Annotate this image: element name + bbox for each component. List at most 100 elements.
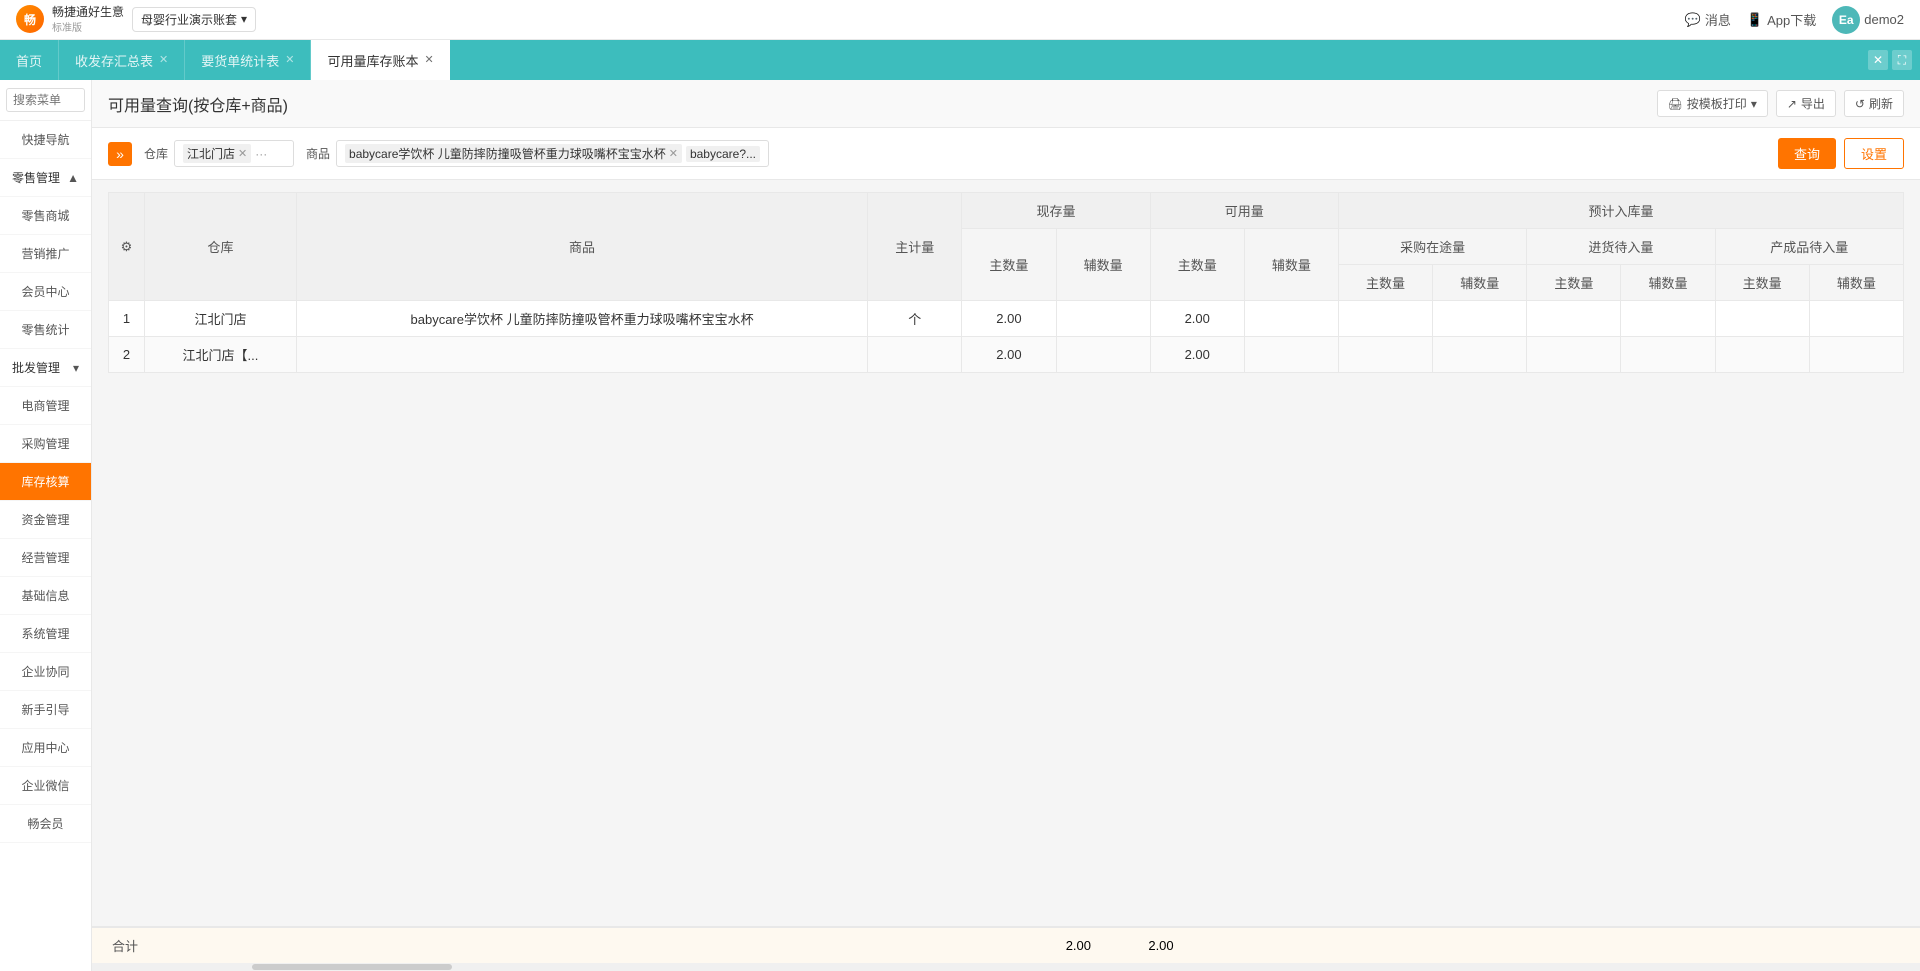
export-btn[interactable]: ↗ 导出 <box>1776 90 1836 117</box>
col-incoming-header: 进货待入量 <box>1527 229 1715 265</box>
sidebar-item-member-center[interactable]: 会员中心 <box>0 273 91 311</box>
col-current-aux-header: 辅数量 <box>1056 229 1150 301</box>
content-area: 可用量查询(按仓库+商品) 🖨 按模板打印 ▾ ↗ 导出 ↺ 刷新 » <box>92 80 1920 971</box>
sidebar-item-app-center[interactable]: 应用中心 <box>0 729 91 767</box>
tab-available-ledger[interactable]: 可用量库存账本 ✕ <box>311 40 449 80</box>
table-row: 2 江北门店【... 2.00 2.00 <box>109 337 1904 373</box>
col-available-aux-header: 辅数量 <box>1244 229 1338 301</box>
sidebar-item-member[interactable]: 畅会员 <box>0 805 91 843</box>
col-current-main-header: 主数量 <box>962 229 1056 301</box>
nav-spacer <box>450 40 1860 80</box>
close-window-btn[interactable]: ✕ <box>1868 50 1888 70</box>
account-label: 母婴行业演示账套 <box>141 11 237 28</box>
sidebar-item-operations[interactable]: 经营管理 <box>0 539 91 577</box>
chevron-down-icon: ▾ <box>1751 97 1757 111</box>
table-header-row-1: ⚙ 仓库 商品 主计量 现存量 可用量 预计入库量 <box>109 193 1904 229</box>
warehouse-tag-close[interactable]: ✕ <box>238 147 247 160</box>
col-finished-header: 产成品待入量 <box>1715 229 1903 265</box>
scrollbar-thumb[interactable] <box>252 964 452 970</box>
warehouse-label: 仓库 <box>144 145 168 162</box>
col-current-header: 现存量 <box>962 193 1150 229</box>
product-label: 商品 <box>306 145 330 162</box>
page-title: 可用量查询(按仓库+商品) <box>108 92 288 116</box>
tab-order-stats[interactable]: 要货单统计表 ✕ <box>185 40 311 80</box>
window-buttons: ✕ ⛶ <box>1860 40 1920 80</box>
bottom-scrollbar[interactable] <box>92 963 1920 971</box>
message-icon: 💬 <box>1685 12 1701 28</box>
maximize-btn[interactable]: ⛶ <box>1892 50 1912 70</box>
query-button[interactable]: 查询 <box>1778 138 1836 169</box>
nav-tabs: 首页 收发存汇总表 ✕ 要货单统计表 ✕ 可用量库存账本 ✕ ✕ ⛶ <box>0 40 1920 80</box>
product-tag-input[interactable]: babycare学饮杯 儿童防摔防撞吸管杯重力球吸嘴杯宝宝水杯 ✕ babyca… <box>336 140 769 167</box>
export-label: 导出 <box>1801 95 1825 112</box>
sidebar-item-ecommerce[interactable]: 电商管理 <box>0 387 91 425</box>
sidebar-item-retail-stats[interactable]: 零售统计 <box>0 311 91 349</box>
product-tag-2: babycare?... <box>686 146 760 162</box>
sidebar-item-marketing[interactable]: 营销推广 <box>0 235 91 273</box>
tab-receive-summary[interactable]: 收发存汇总表 ✕ <box>59 40 185 80</box>
sidebar-item-purchase[interactable]: 采购管理 <box>0 425 91 463</box>
col-product-header: 商品 <box>296 193 867 301</box>
avatar: Ea <box>1832 6 1860 34</box>
sidebar-item-retail-mall[interactable]: 零售商城 <box>0 197 91 235</box>
warehouse-tag-input[interactable]: 江北门店 ✕ ··· <box>174 140 294 167</box>
close-icon[interactable]: ✕ <box>159 55 168 66</box>
product-tag-1-text: babycare学饮杯 儿童防摔防撞吸管杯重力球吸嘴杯宝宝水杯 <box>349 145 666 162</box>
row-1-current-main: 2.00 <box>962 301 1056 337</box>
app-download-btn[interactable]: 📱 App下载 <box>1747 10 1816 29</box>
warehouse-ellipsis[interactable]: ··· <box>255 147 267 161</box>
export-icon: ↗ <box>1787 97 1797 111</box>
message-btn[interactable]: 💬 消息 <box>1685 10 1731 29</box>
row-1-finished-main <box>1715 301 1809 337</box>
chevron-icon: ▲ <box>67 171 79 185</box>
refresh-btn[interactable]: ↺ 刷新 <box>1844 90 1904 117</box>
app-logo: 畅 <box>16 5 44 33</box>
account-selector[interactable]: 母婴行业演示账套 ▾ <box>132 7 256 32</box>
page-header-actions: 🖨 按模板打印 ▾ ↗ 导出 ↺ 刷新 <box>1657 90 1904 117</box>
row-1-purchase-aux <box>1433 301 1527 337</box>
tab-order-stats-label: 要货单统计表 <box>201 51 279 70</box>
row-1-incoming-aux <box>1621 301 1715 337</box>
col-available-main-header: 主数量 <box>1150 229 1244 301</box>
sidebar-item-finance[interactable]: 资金管理 <box>0 501 91 539</box>
sidebar-item-system[interactable]: 系统管理 <box>0 615 91 653</box>
filter-bar: » 仓库 江北门店 ✕ ··· 商品 babycare学饮杯 儿童防摔防撞吸管杯… <box>92 128 1920 180</box>
warehouse-filter: 仓库 江北门店 ✕ ··· <box>144 140 294 167</box>
row-2-incoming-aux <box>1621 337 1715 373</box>
row-2-purchase-main <box>1338 337 1432 373</box>
sidebar-item-inventory[interactable]: 库存核算 <box>0 463 91 501</box>
warehouse-tag-text: 江北门店 <box>187 145 235 162</box>
row-2-finished-aux <box>1809 337 1903 373</box>
sidebar-item-enterprise-wechat[interactable]: 企业微信 <box>0 767 91 805</box>
refresh-label: 刷新 <box>1869 95 1893 112</box>
row-2-product <box>296 337 867 373</box>
user-profile[interactable]: Ea demo2 <box>1832 6 1904 34</box>
settings-button[interactable]: 设置 <box>1844 138 1904 169</box>
data-table: ⚙ 仓库 商品 主计量 现存量 可用量 预计入库量 主数量 辅数量 主数量 辅数… <box>108 192 1904 373</box>
sidebar-item-wholesale[interactable]: 批发管理 ▾ <box>0 349 91 387</box>
tab-home[interactable]: 首页 <box>0 40 59 80</box>
row-1-purchase-main <box>1338 301 1432 337</box>
sidebar-search <box>0 80 91 121</box>
row-2-current-main: 2.00 <box>962 337 1056 373</box>
filter-expand-btn[interactable]: » <box>108 142 132 166</box>
close-icon[interactable]: ✕ <box>285 55 294 66</box>
col-settings-header[interactable]: ⚙ <box>109 193 145 301</box>
product-tag-1: babycare学饮杯 儿童防摔防撞吸管杯重力球吸嘴杯宝宝水杯 ✕ <box>345 144 682 163</box>
col-purchase-aux-header: 辅数量 <box>1433 265 1527 301</box>
row-1-available-main: 2.00 <box>1150 301 1244 337</box>
product-tag-1-close[interactable]: ✕ <box>669 147 678 160</box>
close-icon[interactable]: ✕ <box>425 55 434 66</box>
row-1-warehouse: 江北门店 <box>145 301 297 337</box>
row-2-current-aux <box>1056 337 1150 373</box>
sidebar-item-base-info[interactable]: 基础信息 <box>0 577 91 615</box>
sidebar-item-enterprise-collab[interactable]: 企业协同 <box>0 653 91 691</box>
page-header: 可用量查询(按仓库+商品) 🖨 按模板打印 ▾ ↗ 导出 ↺ 刷新 <box>92 80 1920 128</box>
template-print-btn[interactable]: 🖨 按模板打印 ▾ <box>1657 90 1768 117</box>
row-2-available-aux <box>1244 337 1338 373</box>
sidebar-item-new-guide[interactable]: 新手引导 <box>0 691 91 729</box>
sidebar-item-zero-retail[interactable]: 零售管理 ▲ <box>0 159 91 197</box>
row-1-index: 1 <box>109 301 145 337</box>
search-input[interactable] <box>6 88 85 112</box>
sidebar-item-quick-nav[interactable]: 快捷导航 <box>0 121 91 159</box>
